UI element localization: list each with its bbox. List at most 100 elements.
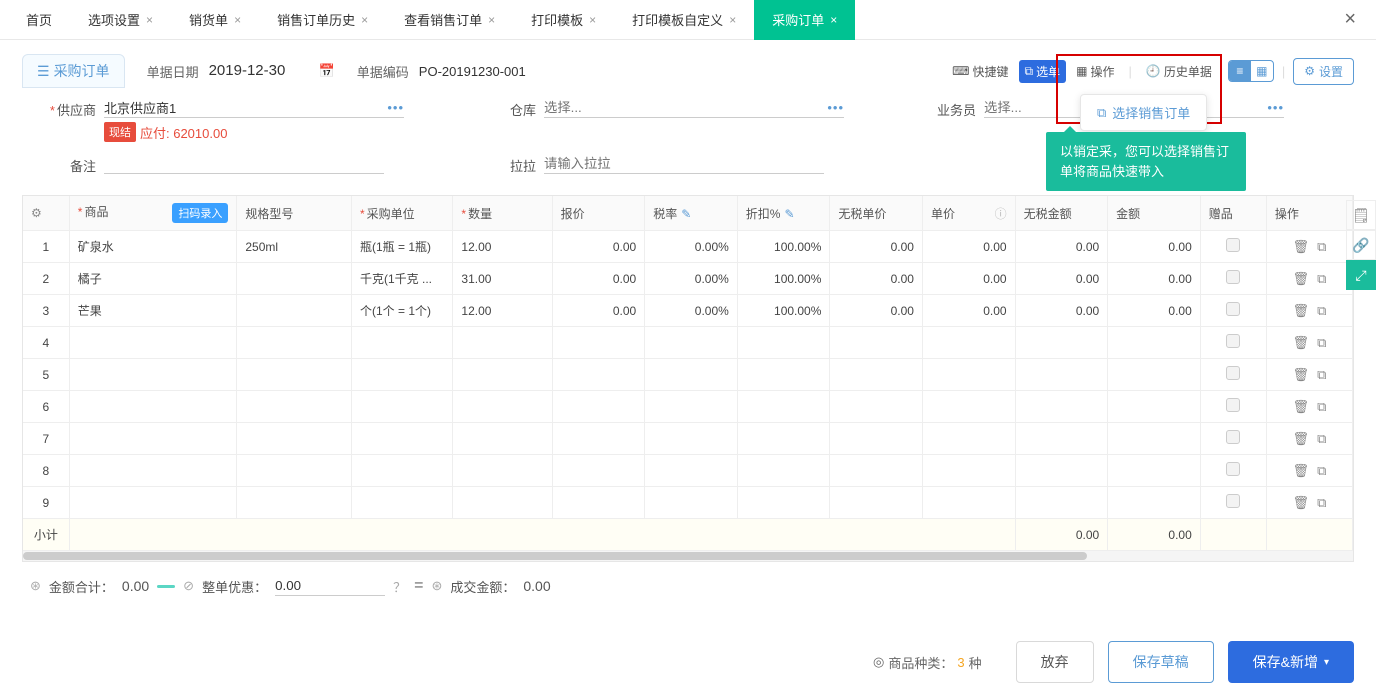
cell-price[interactable]: 0.00 <box>922 295 1015 327</box>
edit-icon[interactable]: ✎ <box>681 207 691 221</box>
delete-icon[interactable]: 🗑 <box>1293 399 1310 414</box>
cell-qty[interactable] <box>453 327 552 359</box>
cell-netamount[interactable] <box>1015 455 1108 487</box>
cell-bonus[interactable] <box>1200 295 1266 327</box>
cell-netprice[interactable]: 0.00 <box>830 231 923 263</box>
cell-price[interactable] <box>922 391 1015 423</box>
close-all-icon[interactable]: × <box>1332 8 1368 31</box>
copy-icon[interactable]: ⧉ <box>1317 431 1326 446</box>
note-icon[interactable]: 🗒 <box>1346 200 1376 230</box>
cell-bonus[interactable] <box>1200 359 1266 391</box>
cell-unit[interactable] <box>352 327 453 359</box>
cell-qty[interactable]: 31.00 <box>453 263 552 295</box>
cell-netprice[interactable] <box>830 391 923 423</box>
cell-product[interactable] <box>69 455 237 487</box>
checkbox[interactable] <box>1226 334 1240 348</box>
help-icon[interactable]: ？ <box>393 577 406 596</box>
cell-amount[interactable]: 0.00 <box>1108 231 1201 263</box>
cell-quote[interactable] <box>552 487 645 519</box>
cell-qty[interactable] <box>453 391 552 423</box>
more-icon[interactable]: ••• <box>827 100 844 115</box>
cell-tax[interactable] <box>645 423 738 455</box>
cell-product[interactable]: 芒果 <box>69 295 237 327</box>
cell-tax[interactable]: 0.00% <box>645 231 738 263</box>
cell-product[interactable] <box>69 391 237 423</box>
cell-netprice[interactable] <box>830 487 923 519</box>
cell-discount[interactable] <box>737 327 830 359</box>
cell-amount[interactable] <box>1108 455 1201 487</box>
checkbox[interactable] <box>1226 430 1240 444</box>
cell-spec[interactable] <box>237 327 352 359</box>
cell-unit[interactable] <box>352 391 453 423</box>
cell-quote[interactable] <box>552 391 645 423</box>
col-gear[interactable]: ⚙ <box>23 196 69 231</box>
tab-view-sales[interactable]: 查看销售订单× <box>386 0 513 40</box>
delete-icon[interactable]: 🗑 <box>1293 495 1310 510</box>
cell-quote[interactable]: 0.00 <box>552 231 645 263</box>
close-icon[interactable]: × <box>589 13 596 27</box>
cell-price[interactable]: 0.00 <box>922 263 1015 295</box>
copy-icon[interactable]: ⧉ <box>1317 367 1326 382</box>
delete-icon[interactable]: 🗑 <box>1293 335 1310 350</box>
cell-discount[interactable]: 100.00% <box>737 295 830 327</box>
cell-qty[interactable]: 12.00 <box>453 295 552 327</box>
cell-price[interactable] <box>922 359 1015 391</box>
cell-netamount[interactable] <box>1015 391 1108 423</box>
table-row[interactable]: 3芒果个(1个 = 1个)12.000.000.00%100.00%0.000.… <box>23 295 1353 327</box>
cell-netprice[interactable] <box>830 423 923 455</box>
table-row[interactable]: 6🗑⧉ <box>23 391 1353 423</box>
cell-discount[interactable] <box>737 359 830 391</box>
delete-icon[interactable]: 🗑 <box>1293 239 1310 254</box>
expand-icon[interactable]: ⤢ <box>1346 260 1376 290</box>
cell-tax[interactable]: 0.00% <box>645 295 738 327</box>
cell-amount[interactable]: 0.00 <box>1108 263 1201 295</box>
cell-bonus[interactable] <box>1200 487 1266 519</box>
cell-unit[interactable] <box>352 455 453 487</box>
operations-button[interactable]: ▦操作 <box>1070 60 1120 83</box>
cell-qty[interactable] <box>453 423 552 455</box>
cell-tax[interactable]: 0.00% <box>645 263 738 295</box>
cell-discount[interactable]: 100.00% <box>737 231 830 263</box>
tab-sales[interactable]: 销货单× <box>171 0 259 40</box>
cell-quote[interactable] <box>552 359 645 391</box>
cell-spec[interactable] <box>237 391 352 423</box>
cell-price[interactable] <box>922 327 1015 359</box>
delete-icon[interactable]: 🗑 <box>1293 367 1310 382</box>
close-icon[interactable]: × <box>830 13 837 27</box>
copy-icon[interactable]: ⧉ <box>1317 495 1326 510</box>
close-icon[interactable]: × <box>146 13 153 27</box>
cell-qty[interactable] <box>453 359 552 391</box>
cell-product[interactable]: 矿泉水 <box>69 231 237 263</box>
cell-amount[interactable]: 0.00 <box>1108 295 1201 327</box>
cell-product[interactable] <box>69 487 237 519</box>
cell-spec[interactable]: 250ml <box>237 231 352 263</box>
discard-button[interactable]: 放弃 <box>1016 641 1094 683</box>
edit-icon[interactable]: ✎ <box>784 207 794 221</box>
supplier-value[interactable]: 北京供应商1 <box>104 98 379 117</box>
cell-quote[interactable]: 0.00 <box>552 263 645 295</box>
cell-price[interactable] <box>922 455 1015 487</box>
close-icon[interactable]: × <box>234 13 241 27</box>
copy-icon[interactable]: ⧉ <box>1317 303 1326 318</box>
cell-tax[interactable] <box>645 327 738 359</box>
cell-discount[interactable] <box>737 391 830 423</box>
cell-quote[interactable] <box>552 327 645 359</box>
cell-tax[interactable] <box>645 455 738 487</box>
cell-netamount[interactable] <box>1015 487 1108 519</box>
view-card-icon[interactable]: ▦ <box>1251 61 1273 81</box>
checkbox[interactable] <box>1226 302 1240 316</box>
cell-spec[interactable] <box>237 295 352 327</box>
checkbox[interactable] <box>1226 366 1240 380</box>
cell-bonus[interactable] <box>1200 455 1266 487</box>
cell-netamount[interactable]: 0.00 <box>1015 231 1108 263</box>
cell-bonus[interactable] <box>1200 327 1266 359</box>
cell-bonus[interactable] <box>1200 423 1266 455</box>
link-icon[interactable]: 🔗 <box>1346 230 1376 260</box>
checkbox[interactable] <box>1226 270 1240 284</box>
checkbox[interactable] <box>1226 462 1240 476</box>
cell-tax[interactable] <box>645 487 738 519</box>
cell-product[interactable] <box>69 359 237 391</box>
cell-tax[interactable] <box>645 359 738 391</box>
history-button[interactable]: 🕘历史单据 <box>1140 60 1218 83</box>
cell-spec[interactable] <box>237 487 352 519</box>
